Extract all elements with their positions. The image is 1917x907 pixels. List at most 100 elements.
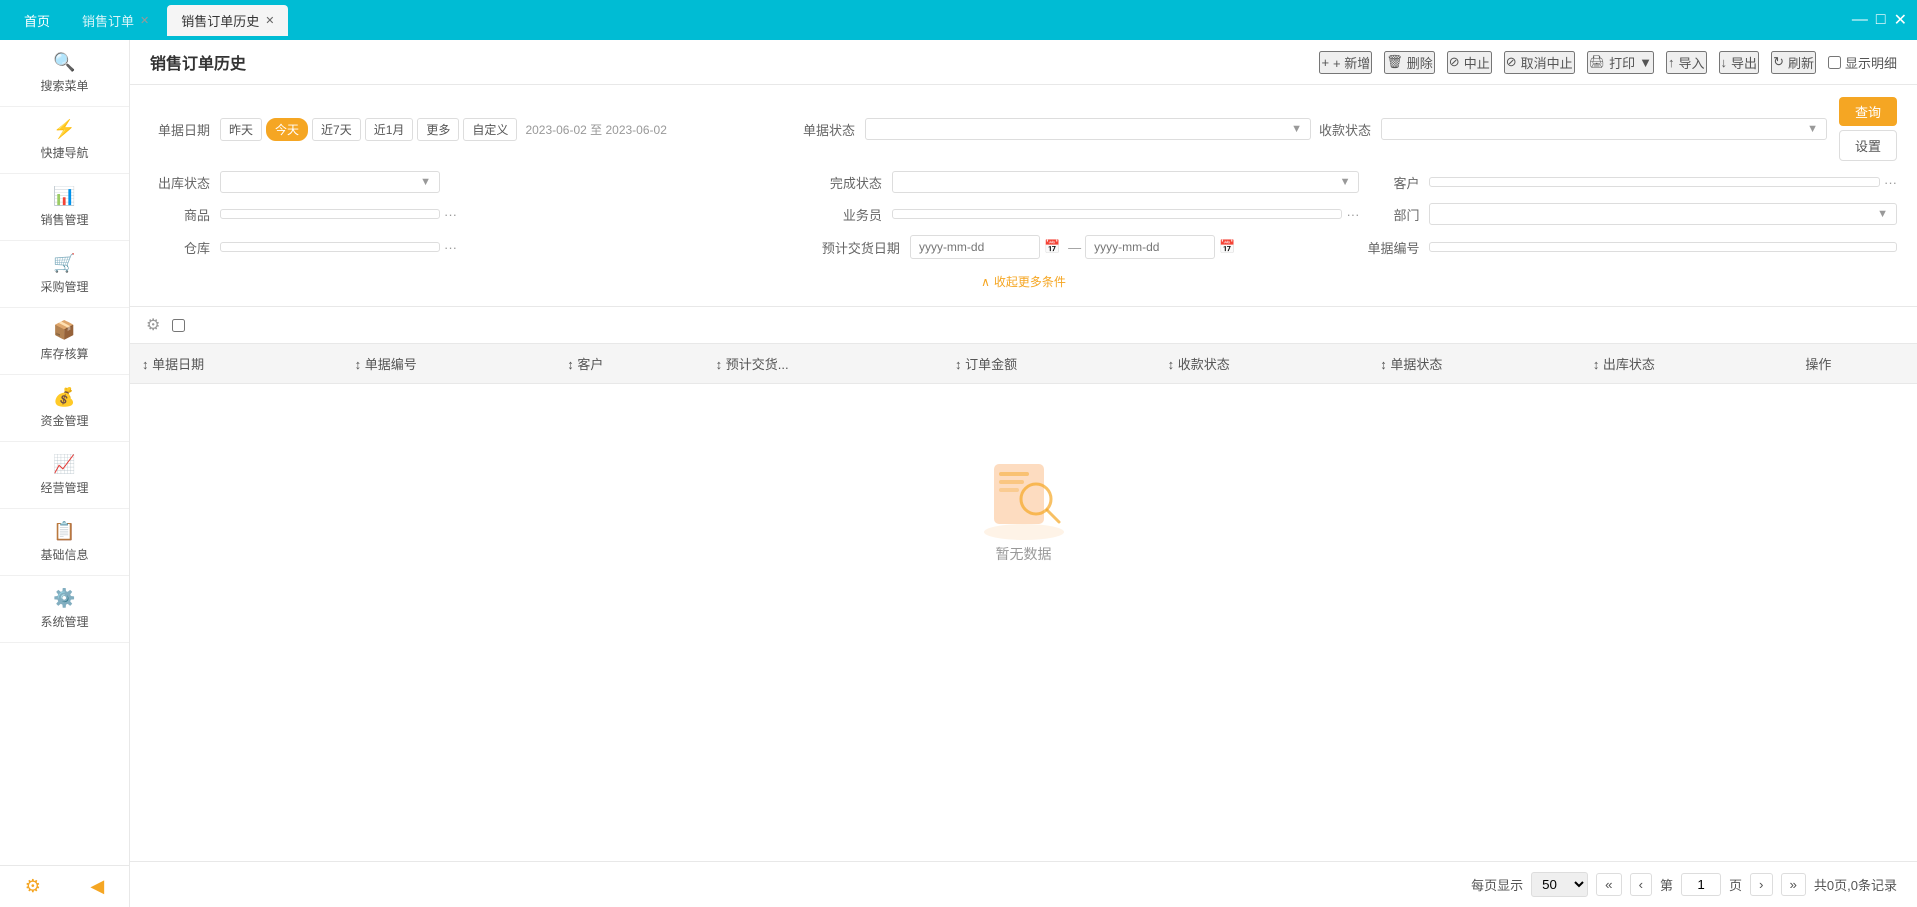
first-page-btn[interactable]: « [1596,873,1621,896]
col-action: 操作 [1793,344,1917,384]
sidebar-item-inventory[interactable]: 📦 库存核算 [0,308,129,375]
sidebar-collapse-icon[interactable]: ◀ [90,876,104,897]
cancel-stop-button[interactable]: ⊘ 取消中止 [1504,51,1575,74]
collapse-label: 收起更多条件 [994,273,1066,290]
settings-button[interactable]: 设置 [1839,130,1897,161]
delivery-date-end-calendar-icon[interactable]: 📅 [1219,239,1235,255]
table-container: ⚙ ↕ 单据日期 ↕ 单据编号 ↕ 客户 [130,307,1917,861]
warehouse-status-arrow-icon: ▼ [420,176,431,188]
customer-label: 客户 [1359,173,1429,192]
tab-sales-order-close[interactable]: ✕ [140,14,149,27]
date-btn-custom[interactable]: 自定义 [463,118,517,141]
per-page-select[interactable]: 50 20 100 [1531,872,1588,897]
warehouse-status-select[interactable]: ▼ [220,171,440,193]
delivery-date-end-input[interactable] [1085,235,1215,259]
complete-status-col: 完成状态 ▼ [822,171,1360,193]
stop-button[interactable]: ⊘ 中止 [1447,51,1492,74]
empty-state: 暂无数据 [130,384,1917,604]
page-number-input[interactable] [1681,873,1721,896]
minimize-btn[interactable]: — [1852,11,1868,29]
export-button[interactable]: ↓ 导出 [1719,51,1760,74]
warehouse-input[interactable] [220,242,440,252]
delivery-date-col: 预计交货日期 📅 — 📅 [822,235,1360,259]
payment-status-select[interactable]: ▼ [1381,118,1827,140]
print-button[interactable]: 🖨 打印 ▼ [1587,51,1654,74]
sidebar-item-basic-info[interactable]: 📋 基础信息 [0,509,129,576]
delete-button[interactable]: 🗑 删除 [1384,51,1435,74]
empty-text: 暂无数据 [996,544,1052,564]
col-order-num-label: ↕ 单据编号 [355,357,417,372]
prev-page-btn[interactable]: ‹ [1630,873,1652,896]
tab-sales-order-history-close[interactable]: ✕ [265,14,274,27]
collapse-button[interactable]: ∧ 收起更多条件 [150,269,1897,294]
total-label: 共0页,0条记录 [1814,875,1897,894]
goods-more-icon[interactable]: ··· [444,207,457,222]
sidebar-item-sales-mgmt-label: 销售管理 [40,211,88,228]
date-btn-7days[interactable]: 近7天 [312,118,361,141]
quick-nav-icon: ⚡ [53,119,75,140]
delivery-date-start-input[interactable] [910,235,1040,259]
sidebar-item-business-mgmt-label: 经营管理 [40,479,88,496]
sidebar-item-system-mgmt[interactable]: ⚙️ 系统管理 [0,576,129,643]
salesperson-input[interactable] [892,209,1343,219]
tab-sales-order-history[interactable]: 销售订单历史 ✕ [167,5,288,36]
tab-sales-order[interactable]: 销售订单 ✕ [68,5,163,36]
refresh-icon: ↻ [1773,54,1784,70]
sidebar-item-finance-mgmt[interactable]: 💰 资金管理 [0,375,129,442]
window-controls: — □ ✕ [1852,10,1907,30]
sidebar-item-quick-nav[interactable]: ⚡ 快捷导航 [0,107,129,174]
page-header: 销售订单历史 + + 新增 🗑 删除 ⊘ 中止 ⊘ 取消中止 [130,40,1917,85]
pagination: 每页显示 50 20 100 « ‹ 第 页 › » 共0页,0条记录 [130,861,1917,907]
sidebar-settings-icon[interactable]: ⚙ [25,876,41,897]
date-btn-more[interactable]: 更多 [417,118,459,141]
payment-status-label: 收款状态 [1311,120,1381,139]
tab-home[interactable]: 首页 [10,5,64,36]
department-select[interactable]: ▼ [1429,203,1897,225]
print-icon: 🖨 [1589,54,1606,70]
maximize-btn[interactable]: □ [1876,11,1886,29]
sidebar-item-search-menu[interactable]: 🔍 搜索菜单 [0,40,129,107]
query-button[interactable]: 查询 [1839,97,1897,126]
goods-input[interactable] [220,209,440,219]
main-layout: 🔍 搜索菜单 ⚡ 快捷导航 📊 销售管理 🛒 采购管理 📦 库存核算 💰 资金管… [0,40,1917,907]
warehouse-more-icon[interactable]: ··· [444,240,457,255]
collapse-up-icon: ∧ [981,275,990,289]
col-customer: ↕ 客户 [555,344,703,384]
col-payment-status: ↕ 收款状态 [1156,344,1369,384]
show-detail-checkbox-label[interactable]: 显示明细 [1828,53,1897,72]
close-btn[interactable]: ✕ [1894,10,1907,30]
customer-more-icon[interactable]: ··· [1884,175,1897,190]
show-detail-checkbox[interactable] [1828,56,1841,69]
salesperson-more-icon[interactable]: ··· [1346,207,1359,222]
order-number-input[interactable] [1429,242,1897,252]
sidebar-item-purchase-mgmt[interactable]: 🛒 采购管理 [0,241,129,308]
date-filter-label: 单据日期 [150,120,220,139]
customer-input[interactable] [1429,177,1880,187]
sidebar-item-sales-mgmt[interactable]: 📊 销售管理 [0,174,129,241]
new-label: + 新增 [1333,53,1370,72]
order-status-select[interactable]: ▼ [865,118,1311,140]
complete-status-select[interactable]: ▼ [892,171,1360,193]
col-date-label: ↕ 单据日期 [142,357,204,372]
delivery-date-start-calendar-icon[interactable]: 📅 [1044,239,1060,255]
import-button[interactable]: ↑ 导入 [1666,51,1707,74]
filter-row-1: 单据日期 昨天 今天 近7天 近1月 更多 自定义 2023-06-02 至 2… [150,97,1897,161]
refresh-button[interactable]: ↻ 刷新 [1771,51,1816,74]
warehouse-status-col: 出库状态 ▼ [150,171,822,193]
print-arrow-icon: ▼ [1639,55,1652,70]
sidebar-item-business-mgmt[interactable]: 📈 经营管理 [0,442,129,509]
date-btn-today[interactable]: 今天 [266,118,308,141]
date-btn-1month[interactable]: 近1月 [365,118,414,141]
select-all-checkbox[interactable] [172,319,185,332]
tab-home-label: 首页 [24,11,50,30]
col-date: ↕ 单据日期 [130,344,343,384]
date-btn-yesterday[interactable]: 昨天 [220,118,262,141]
filter-row-3: 商品 ··· 业务员 ··· 部门 ▼ [150,203,1897,225]
next-page-btn[interactable]: › [1750,873,1772,896]
new-button[interactable]: + + 新增 [1319,51,1372,74]
table-settings-icon[interactable]: ⚙ [146,315,160,335]
last-page-btn[interactable]: » [1781,873,1806,896]
filter-area: 单据日期 昨天 今天 近7天 近1月 更多 自定义 2023-06-02 至 2… [130,85,1917,307]
cancel-stop-label: 取消中止 [1521,53,1573,72]
top-bar: 首页 销售订单 ✕ 销售订单历史 ✕ — □ ✕ [0,0,1917,40]
